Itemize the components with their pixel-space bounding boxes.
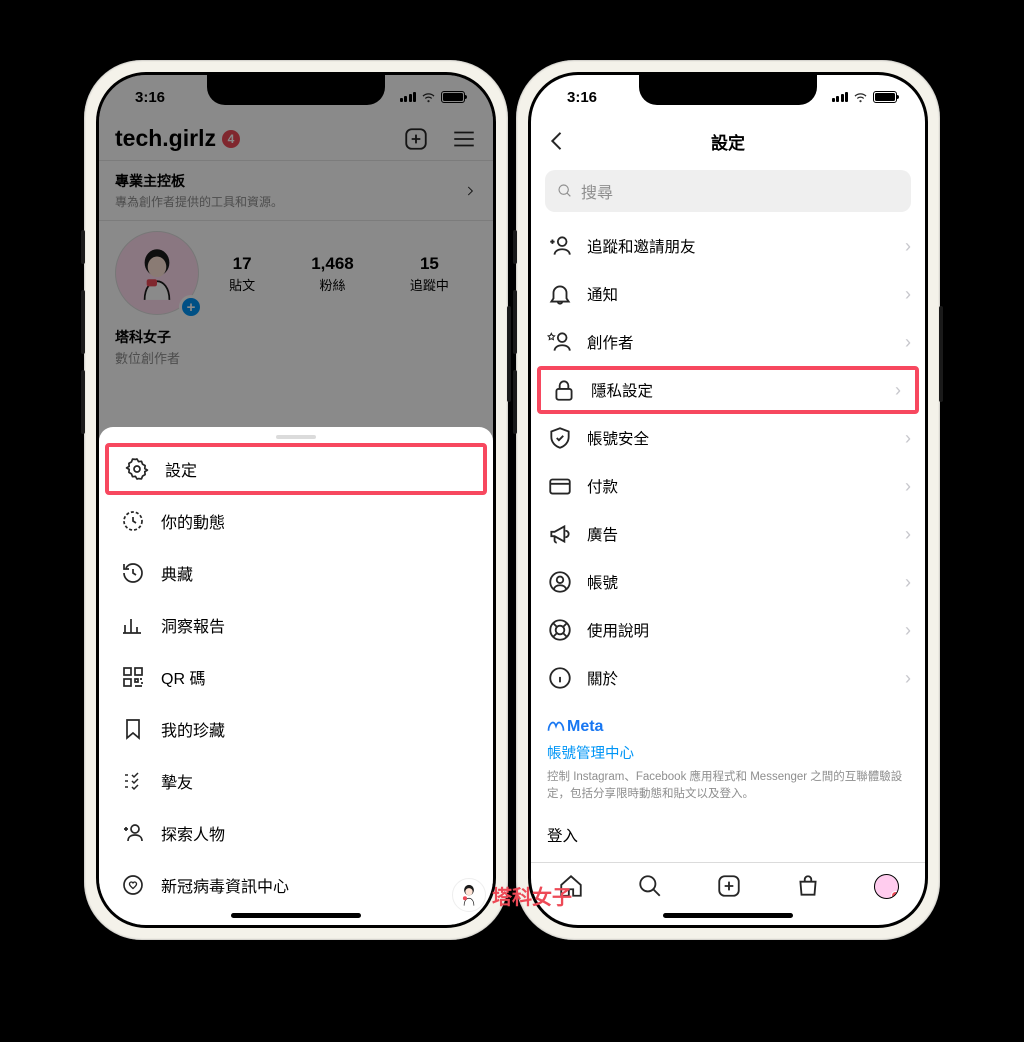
nav-bar: 設定 (531, 119, 925, 166)
chevron-right-icon: › (905, 428, 911, 449)
back-button[interactable] (543, 127, 571, 155)
menu-item-activity[interactable]: 你的動態 (99, 495, 493, 547)
megaphone-icon (547, 521, 573, 547)
lock-icon (551, 377, 577, 403)
cellular-signal-icon (832, 92, 849, 102)
chevron-right-icon: › (905, 476, 911, 497)
menu-label: 摯友 (161, 769, 193, 793)
status-time: 3:16 (567, 89, 597, 106)
meta-logo: Meta (547, 718, 909, 736)
chevron-right-icon: › (905, 284, 911, 305)
search-icon (557, 183, 573, 199)
archive-icon (121, 561, 145, 585)
menu-item-archive[interactable]: 典藏 (99, 547, 493, 599)
battery-icon (873, 91, 897, 103)
chevron-right-icon: › (905, 668, 911, 689)
create-tab-icon[interactable] (716, 873, 742, 899)
menu-item-covid[interactable]: 新冠病毒資訊中心 (99, 859, 493, 911)
wifi-icon (853, 92, 868, 103)
account-icon (547, 569, 573, 595)
menu-label: 探索人物 (161, 821, 225, 845)
bottom-sheet: 設定 你的動態 典藏 洞察報告 QR 碼 (99, 427, 493, 925)
page-title: 設定 (711, 129, 745, 154)
discover-people-icon (121, 821, 145, 845)
menu-label: QR 碼 (161, 665, 205, 689)
menu-item-qr[interactable]: QR 碼 (99, 651, 493, 703)
help-icon (547, 617, 573, 643)
settings-item-account[interactable]: 帳號 › (531, 558, 925, 606)
shop-tab-icon[interactable] (795, 873, 821, 899)
chevron-right-icon: › (905, 524, 911, 545)
chevron-right-icon: › (905, 620, 911, 641)
add-friend-icon (547, 233, 573, 259)
search-input[interactable]: 搜尋 (545, 170, 911, 212)
menu-item-discover[interactable]: 探索人物 (99, 807, 493, 859)
menu-item-insights[interactable]: 洞察報告 (99, 599, 493, 651)
phone-left: 3:16 tech.girlz 4 專業主控 (84, 60, 508, 940)
menu-label: 新冠病毒資訊中心 (161, 873, 289, 897)
menu-label: 洞察報告 (161, 613, 225, 637)
bar-chart-icon (121, 613, 145, 637)
settings-item-privacy[interactable]: 隱私設定 › (537, 366, 919, 414)
home-indicator[interactable] (231, 913, 361, 918)
login-section-header: 登入 (531, 810, 925, 850)
bell-icon (547, 281, 573, 307)
watermark: 塔科女子 (452, 878, 572, 912)
chevron-right-icon: › (905, 236, 911, 257)
menu-label: 設定 (165, 457, 197, 481)
gear-icon (125, 457, 149, 481)
phone-right: 3:16 設定 搜尋 追蹤和邀請朋友 › (516, 60, 940, 940)
menu-item-close-friends[interactable]: 摯友 (99, 755, 493, 807)
settings-item-ads[interactable]: 廣告 › (531, 510, 925, 558)
clock-activity-icon (121, 509, 145, 533)
chevron-right-icon: › (895, 380, 901, 401)
search-tab-icon[interactable] (637, 873, 663, 899)
star-person-icon (547, 329, 573, 355)
info-icon (547, 665, 573, 691)
settings-item-follow-invite[interactable]: 追蹤和邀請朋友 › (531, 222, 925, 270)
menu-item-saved[interactable]: 我的珍藏 (99, 703, 493, 755)
settings-item-notifications[interactable]: 通知 › (531, 270, 925, 318)
home-indicator[interactable] (663, 913, 793, 918)
qr-icon (121, 665, 145, 689)
notch (207, 75, 385, 105)
settings-item-security[interactable]: 帳號安全 › (531, 414, 925, 462)
card-icon (547, 473, 573, 499)
bookmark-icon (121, 717, 145, 741)
shield-icon (547, 425, 573, 451)
menu-label: 典藏 (161, 561, 193, 585)
menu-label: 我的珍藏 (161, 717, 225, 741)
settings-item-payments[interactable]: 付款 › (531, 462, 925, 510)
search-placeholder: 搜尋 (581, 179, 613, 203)
heart-health-icon (121, 873, 145, 897)
settings-item-help[interactable]: 使用說明 › (531, 606, 925, 654)
menu-item-settings[interactable]: 設定 (105, 443, 487, 495)
settings-item-creator[interactable]: 創作者 › (531, 318, 925, 366)
close-friends-icon (121, 769, 145, 793)
chevron-right-icon: › (905, 572, 911, 593)
notch (639, 75, 817, 105)
menu-label: 你的動態 (161, 509, 225, 533)
watermark-text: 塔科女子 (492, 881, 572, 910)
meta-description: 控制 Instagram、Facebook 應用程式和 Messenger 之間… (547, 769, 909, 804)
sheet-grabber[interactable] (276, 435, 316, 439)
accounts-center-link[interactable]: 帳號管理中心 (547, 742, 909, 763)
profile-tab-icon[interactable] (874, 874, 899, 899)
chevron-right-icon: › (905, 332, 911, 353)
meta-section: Meta 帳號管理中心 控制 Instagram、Facebook 應用程式和 … (531, 702, 925, 810)
settings-item-about[interactable]: 關於 › (531, 654, 925, 702)
